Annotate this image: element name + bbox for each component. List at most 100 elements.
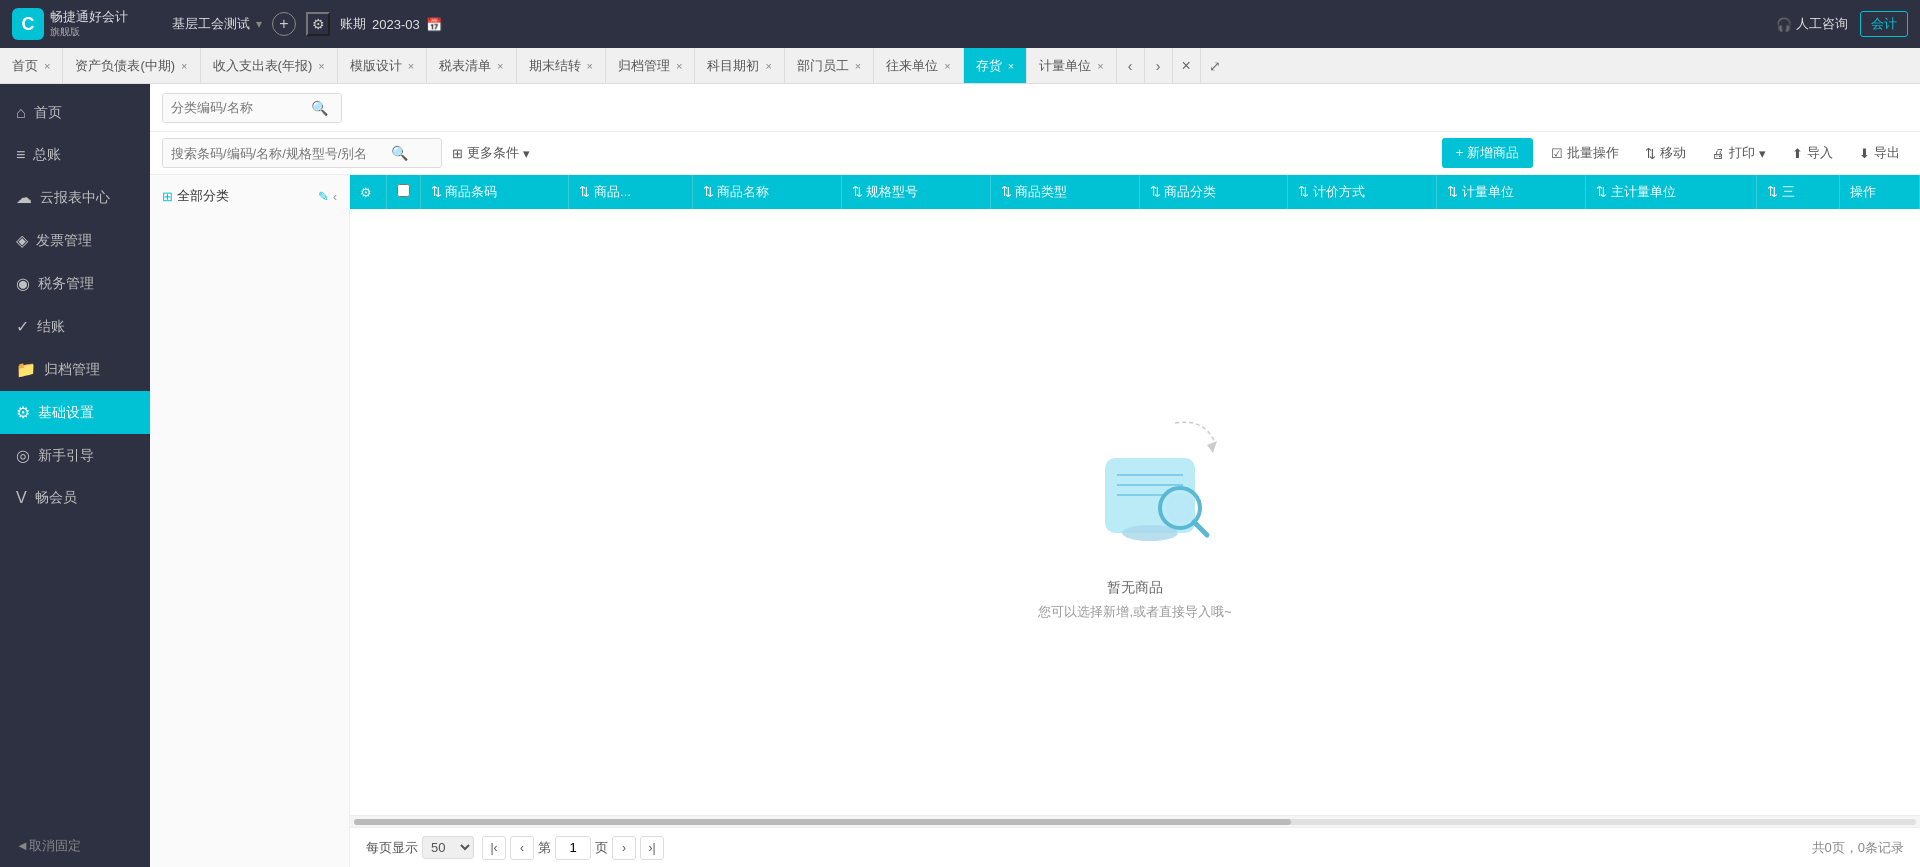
tab-period-close-icon[interactable]: × xyxy=(587,60,593,72)
table-scrollbar[interactable] xyxy=(350,815,1920,827)
tab-inventory-close-icon[interactable]: × xyxy=(1008,60,1014,72)
sidebar-item-archive[interactable]: 📁 归档管理 xyxy=(0,348,150,391)
col-extra-header[interactable]: ⇅ 三 xyxy=(1757,175,1840,209)
settings-icon: ⚙ xyxy=(16,403,30,422)
scrollbar-thumb[interactable] xyxy=(354,819,1291,825)
col-category-header[interactable]: ⇅ 商品分类 xyxy=(1139,175,1288,209)
headset-icon: 🎧 xyxy=(1776,17,1792,32)
tab-dept-close-icon[interactable]: × xyxy=(855,60,861,72)
tab-units-close-icon[interactable]: × xyxy=(1097,60,1103,72)
select-all-checkbox[interactable] xyxy=(397,184,410,197)
breadcrumb-chevron-icon[interactable]: ▾ xyxy=(256,17,262,31)
move-button[interactable]: ⇅ 移动 xyxy=(1637,140,1694,166)
category-search-input[interactable] xyxy=(171,100,311,115)
account-button[interactable]: 会计 xyxy=(1860,11,1908,37)
col-spec-header[interactable]: ⇅ 规格型号 xyxy=(841,175,990,209)
tab-balance-close-icon[interactable]: × xyxy=(181,60,187,72)
tab-home-label: 首页 xyxy=(12,57,38,75)
full-search-input[interactable] xyxy=(171,146,391,161)
col-name-header[interactable]: ⇅ 商品名称 xyxy=(692,175,841,209)
header-settings-button[interactable]: ⚙ xyxy=(306,12,330,36)
print-button[interactable]: 🖨 打印 ▾ xyxy=(1704,140,1774,166)
page-label: 第 xyxy=(538,839,551,857)
batch-ops-button[interactable]: ☑ 批量操作 xyxy=(1543,140,1627,166)
col-price-method-header[interactable]: ⇅ 计价方式 xyxy=(1288,175,1437,209)
tab-archive-close-icon[interactable]: × xyxy=(676,60,682,72)
page-prev-button[interactable]: ‹ xyxy=(510,836,534,860)
content-area: 🔍 🔍 ⊞ 更多条件 ▾ + 新增商品 ☑ 批量操作 xyxy=(150,84,1920,867)
tab-units[interactable]: 计量单位 × xyxy=(1027,48,1116,83)
more-filter-button[interactable]: ⊞ 更多条件 ▾ xyxy=(452,144,530,162)
tab-home-close-icon[interactable]: × xyxy=(44,60,50,72)
page-last-button[interactable]: ›| xyxy=(640,836,664,860)
col-main-unit-sort-icon: ⇅ xyxy=(1596,184,1607,199)
col-type-header[interactable]: ⇅ 商品类型 xyxy=(990,175,1139,209)
sidebar-unpin-button[interactable]: ◄取消固定 xyxy=(0,825,150,867)
col-settings-header[interactable]: ⚙ xyxy=(350,175,386,209)
col-barcode-header[interactable]: ⇅ 商品条码 xyxy=(420,175,569,209)
tab-template-close-icon[interactable]: × xyxy=(408,60,414,72)
scrollbar-track[interactable] xyxy=(354,819,1916,825)
col-price-sort-icon: ⇅ xyxy=(1298,184,1309,199)
edit-icon[interactable]: ✎ xyxy=(318,189,329,204)
export-button[interactable]: ⬇ 导出 xyxy=(1851,140,1908,166)
tab-counterparty-close-icon[interactable]: × xyxy=(944,60,950,72)
page-input[interactable] xyxy=(555,836,591,860)
calendar-icon[interactable]: 📅 xyxy=(426,17,442,32)
col-code-header[interactable]: ⇅ 商品... xyxy=(569,175,692,209)
empty-svg xyxy=(1035,403,1235,563)
service-button[interactable]: 🎧 人工咨询 xyxy=(1776,15,1848,33)
print-chevron-icon[interactable]: ▾ xyxy=(1759,146,1766,161)
page-next-button[interactable]: › xyxy=(612,836,636,860)
tab-bar: 首页 × 资产负债表(中期) × 收入支出表(年报) × 模版设计 × 税表清单… xyxy=(0,48,1920,84)
page-first-button[interactable]: |‹ xyxy=(482,836,506,860)
header-right: 🎧 人工咨询 会计 xyxy=(1776,11,1908,37)
sidebar-item-reports[interactable]: ☁ 云报表中心 xyxy=(0,176,150,219)
tab-subjects[interactable]: 科目期初 × xyxy=(695,48,784,83)
move-icon: ⇅ xyxy=(1645,146,1656,161)
sidebar-item-home[interactable]: ⌂ 首页 xyxy=(0,92,150,134)
tab-template[interactable]: 模版设计 × xyxy=(338,48,427,83)
sidebar-item-closing[interactable]: ✓ 结账 xyxy=(0,305,150,348)
sidebar-reports-label: 云报表中心 xyxy=(40,189,110,207)
tab-period-close[interactable]: 期末结转 × xyxy=(517,48,606,83)
header-add-tab-button[interactable]: + xyxy=(272,12,296,36)
col-main-unit-header[interactable]: ⇅ 主计量单位 xyxy=(1586,175,1757,209)
sidebar-item-ledger[interactable]: ≡ 总账 xyxy=(0,134,150,176)
sidebar-guide-label: 新手引导 xyxy=(38,447,94,465)
tab-nav-right-button[interactable]: › xyxy=(1145,48,1173,83)
logo-area: C 畅捷通好会计 旗舰版 xyxy=(12,8,162,40)
tab-income-close-icon[interactable]: × xyxy=(318,60,324,72)
tab-income-label: 收入支出表(年报) xyxy=(213,57,313,75)
tab-home[interactable]: 首页 × xyxy=(0,48,63,83)
tab-tax-close-icon[interactable]: × xyxy=(497,60,503,72)
sidebar-item-invoice[interactable]: ◈ 发票管理 xyxy=(0,219,150,262)
sidebar-item-guide[interactable]: ◎ 新手引导 xyxy=(0,434,150,477)
full-search-icon[interactable]: 🔍 xyxy=(391,145,408,161)
category-all-item[interactable]: ⊞ 全部分类 ✎ ‹ xyxy=(158,183,341,209)
tab-template-label: 模版设计 xyxy=(350,57,402,75)
sidebar-item-settings[interactable]: ⚙ 基础设置 xyxy=(0,391,150,434)
archive-icon: 📁 xyxy=(16,360,36,379)
tab-income[interactable]: 收入支出表(年报) × xyxy=(201,48,338,83)
add-product-button[interactable]: + 新增商品 xyxy=(1442,138,1533,168)
tab-close-all-button[interactable]: × xyxy=(1173,48,1201,83)
tab-nav-left-button[interactable]: ‹ xyxy=(1117,48,1145,83)
tab-inventory[interactable]: 存货 × xyxy=(964,48,1027,83)
content-body: ⊞ 全部分类 ✎ ‹ ⚙ xyxy=(150,175,1920,867)
collapse-icon[interactable]: ‹ xyxy=(333,189,337,204)
col-unit-header[interactable]: ⇅ 计量单位 xyxy=(1437,175,1586,209)
category-search-icon[interactable]: 🔍 xyxy=(311,100,328,116)
sidebar-item-member[interactable]: V 畅会员 xyxy=(0,477,150,519)
tab-expand-button[interactable]: ⤢ xyxy=(1201,48,1229,83)
tab-counterparty[interactable]: 往来单位 × xyxy=(874,48,963,83)
col-check-header[interactable] xyxy=(386,175,420,209)
tab-balance-sheet[interactable]: 资产负债表(中期) × xyxy=(63,48,200,83)
sidebar-item-tax[interactable]: ◉ 税务管理 xyxy=(0,262,150,305)
tab-subjects-close-icon[interactable]: × xyxy=(765,60,771,72)
per-page-dropdown[interactable]: 10 20 50 100 xyxy=(422,836,474,859)
tab-dept[interactable]: 部门员工 × xyxy=(785,48,874,83)
tab-archive[interactable]: 归档管理 × xyxy=(606,48,695,83)
import-button[interactable]: ⬆ 导入 xyxy=(1784,140,1841,166)
tab-tax[interactable]: 税表清单 × xyxy=(427,48,516,83)
